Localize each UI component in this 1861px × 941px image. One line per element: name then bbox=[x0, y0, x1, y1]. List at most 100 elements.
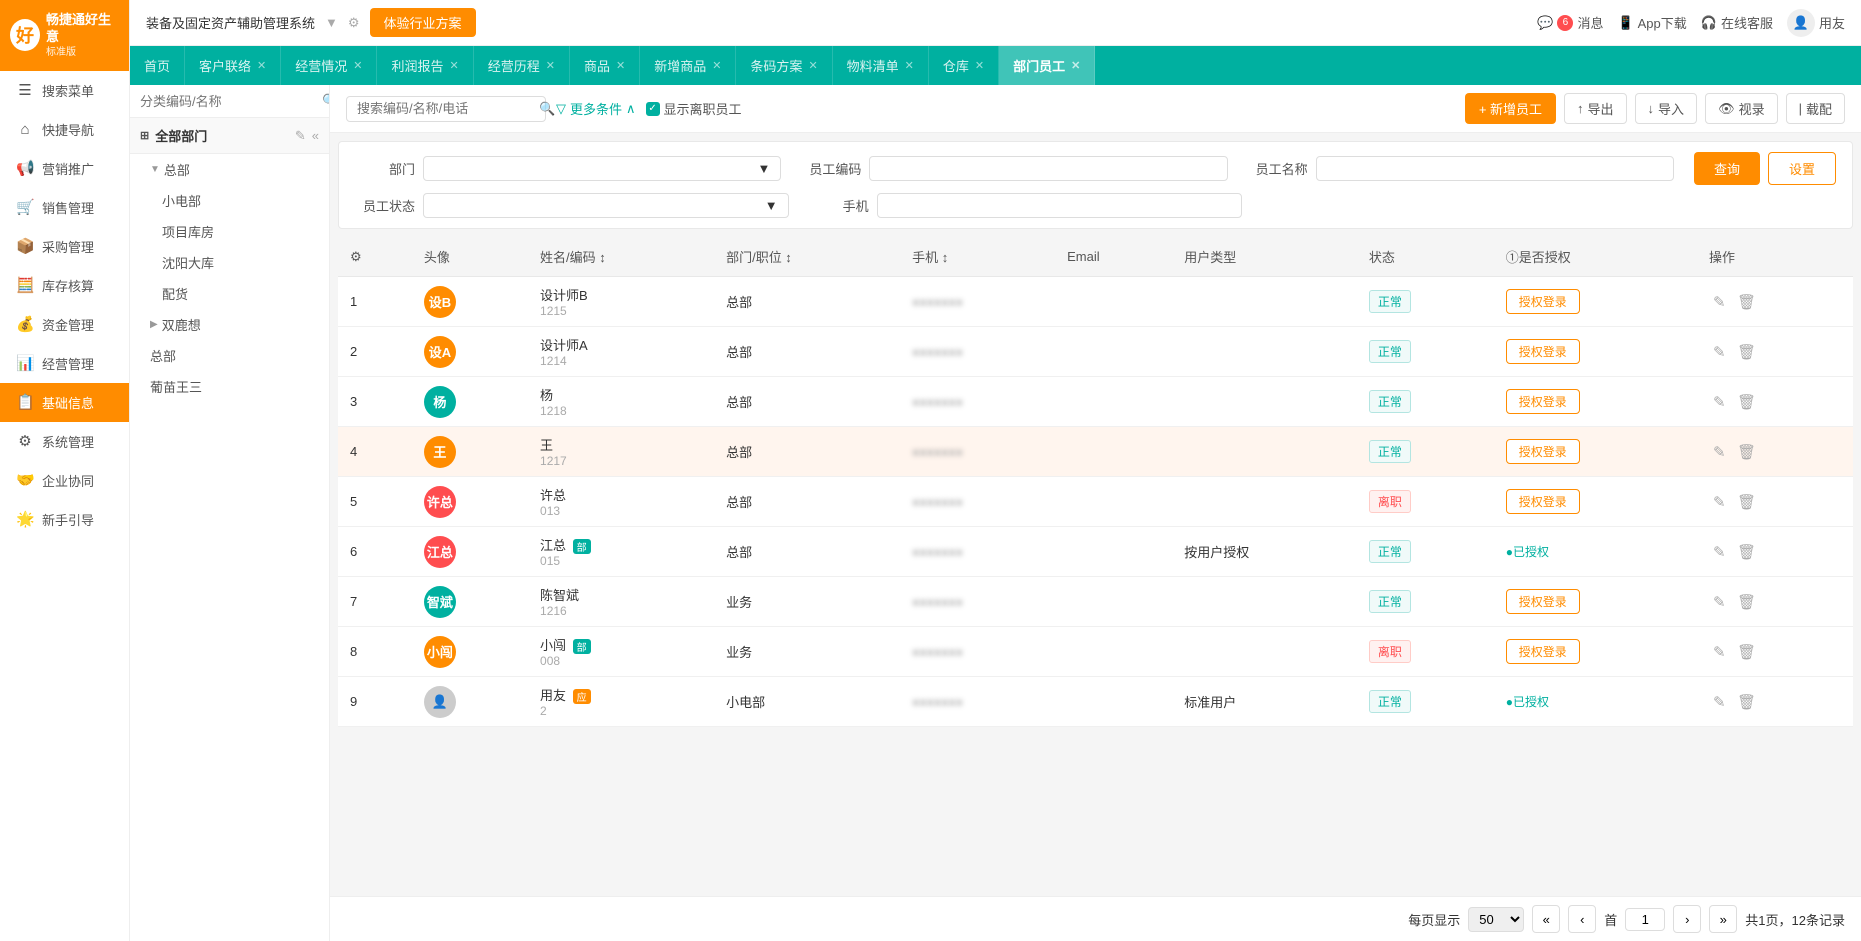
sidebar-item-inventory[interactable]: 🧮 库存核算 bbox=[0, 266, 129, 305]
tab-home[interactable]: 首页 bbox=[130, 46, 185, 85]
more-conditions-button[interactable]: ▽ 更多条件 ∧ bbox=[556, 99, 636, 118]
auth-button[interactable]: 授权登录 bbox=[1506, 339, 1580, 364]
sidebar-item-basic[interactable]: 📋 基础信息 bbox=[0, 383, 129, 422]
app-download-button[interactable]: 📱 App下载 bbox=[1617, 13, 1686, 32]
auth-button[interactable]: 授权登录 bbox=[1506, 439, 1580, 464]
sidebar-item-sales[interactable]: 🛒 销售管理 bbox=[0, 188, 129, 227]
settings-icon[interactable]: ⚙ bbox=[348, 15, 360, 31]
edit-button[interactable]: ✎ bbox=[1709, 391, 1730, 413]
tab-profit[interactable]: 利润报告 ✕ bbox=[377, 46, 473, 85]
tab-bom[interactable]: 物料清单 ✕ bbox=[833, 46, 929, 85]
delete-button[interactable]: 🗑 bbox=[1733, 691, 1760, 713]
tree-node-shuangluo[interactable]: ▶双鹿想 bbox=[130, 309, 329, 340]
search-input[interactable] bbox=[357, 101, 533, 116]
more-button[interactable]: | 载配 bbox=[1786, 93, 1845, 124]
col-settings[interactable]: ⚙ bbox=[338, 237, 412, 277]
sidebar-item-corp[interactable]: 🤝 企业协同 bbox=[0, 461, 129, 500]
edit-button[interactable]: ✎ bbox=[1709, 291, 1730, 313]
phone-input[interactable] bbox=[877, 193, 1243, 218]
delete-button[interactable]: 🗑 bbox=[1733, 391, 1760, 413]
user-avatar[interactable]: 👤 用友 bbox=[1787, 9, 1845, 37]
sidebar-item-guide[interactable]: 🌟 新手引导 bbox=[0, 500, 129, 539]
delete-button[interactable]: 🗑 bbox=[1733, 641, 1760, 663]
auth-button[interactable]: 授权登录 bbox=[1506, 489, 1580, 514]
tree-node-general[interactable]: ▼总部 bbox=[130, 154, 329, 185]
edit-button[interactable]: ✎ bbox=[1709, 641, 1730, 663]
tab-dept-staff-close[interactable]: ✕ bbox=[1071, 59, 1080, 72]
emp-name-input[interactable] bbox=[1316, 156, 1674, 181]
delete-button[interactable]: 🗑 bbox=[1733, 341, 1760, 363]
delete-button[interactable]: 🗑 bbox=[1733, 291, 1760, 313]
tree-node-xiaodian[interactable]: 小电部 bbox=[130, 185, 329, 216]
view-button[interactable]: 👁 视录 bbox=[1705, 93, 1778, 124]
all-dept-label[interactable]: 全部部门 bbox=[155, 126, 207, 145]
tab-goods-close[interactable]: ✕ bbox=[616, 59, 625, 72]
tab-customer[interactable]: 客户联络 ✕ bbox=[185, 46, 281, 85]
message-button[interactable]: 💬 6 消息 bbox=[1537, 13, 1603, 32]
col-name[interactable]: 姓名/编码 ↕ bbox=[528, 237, 714, 277]
tab-add-goods[interactable]: 新增商品 ✕ bbox=[640, 46, 736, 85]
sidebar-item-search[interactable]: ☰ 搜索菜单 bbox=[0, 71, 129, 110]
service-button[interactable]: 🎧 在线客服 bbox=[1701, 13, 1773, 32]
tab-barcode[interactable]: 条码方案 ✕ bbox=[736, 46, 832, 85]
search-button[interactable]: 查询 bbox=[1694, 152, 1760, 185]
delete-button[interactable]: 🗑 bbox=[1733, 541, 1760, 563]
col-phone[interactable]: 手机 ↕ bbox=[900, 237, 1055, 277]
tab-process[interactable]: 经营历程 ✕ bbox=[474, 46, 570, 85]
tab-profit-close[interactable]: ✕ bbox=[450, 59, 459, 72]
tab-operation-status-close[interactable]: ✕ bbox=[353, 59, 362, 72]
col-dept[interactable]: 部门/职位 ↕ bbox=[714, 237, 900, 277]
sidebar-item-purchase[interactable]: 📦 采购管理 bbox=[0, 227, 129, 266]
tab-customer-close[interactable]: ✕ bbox=[257, 59, 266, 72]
tab-dept-staff[interactable]: 部门员工 ✕ bbox=[999, 46, 1095, 85]
delete-button[interactable]: 🗑 bbox=[1733, 491, 1760, 513]
dept-select[interactable]: ▼ bbox=[423, 156, 781, 181]
delete-button[interactable]: 🗑 bbox=[1733, 591, 1760, 613]
emp-code-input[interactable] bbox=[869, 156, 1227, 181]
try-button[interactable]: 体验行业方案 bbox=[370, 8, 476, 37]
tree-node-pumiaoer[interactable]: 葡苗王三 bbox=[130, 371, 329, 402]
tab-add-goods-close[interactable]: ✕ bbox=[712, 59, 721, 72]
emp-status-select[interactable]: ▼ bbox=[423, 193, 789, 218]
import-button[interactable]: ↓ 导入 bbox=[1635, 93, 1698, 124]
edit-button[interactable]: ✎ bbox=[1709, 591, 1730, 613]
delete-button[interactable]: 🗑 bbox=[1733, 441, 1760, 463]
tree-search-input[interactable] bbox=[140, 94, 316, 109]
tree-edit-icon[interactable]: ✎ bbox=[295, 128, 306, 144]
edit-button[interactable]: ✎ bbox=[1709, 691, 1730, 713]
sidebar-item-shortcut[interactable]: ⌂ 快捷导航 bbox=[0, 110, 129, 149]
search-btn-icon[interactable]: 🔍 bbox=[539, 101, 555, 117]
prev-page-button[interactable]: ‹ bbox=[1568, 905, 1596, 933]
auth-button[interactable]: 授权登录 bbox=[1506, 589, 1580, 614]
auth-button[interactable]: 授权登录 bbox=[1506, 639, 1580, 664]
edit-button[interactable]: ✎ bbox=[1709, 441, 1730, 463]
edit-button[interactable]: ✎ bbox=[1709, 541, 1730, 563]
tab-bom-close[interactable]: ✕ bbox=[905, 59, 914, 72]
per-page-select[interactable]: 50 100 bbox=[1468, 907, 1524, 932]
reset-button[interactable]: 设置 bbox=[1768, 152, 1836, 185]
first-page-button[interactable]: « bbox=[1532, 905, 1560, 933]
sidebar-item-marketing[interactable]: 📢 营销推广 bbox=[0, 149, 129, 188]
tab-warehouse-close[interactable]: ✕ bbox=[975, 59, 984, 72]
sidebar-item-system[interactable]: ⚙ 系统管理 bbox=[0, 422, 129, 461]
tree-node-zongbu[interactable]: 总部 bbox=[130, 340, 329, 371]
export-button[interactable]: ↑ 导出 bbox=[1564, 93, 1627, 124]
tree-node-proj[interactable]: 项目库房 bbox=[130, 216, 329, 247]
tab-operation-status[interactable]: 经营情况 ✕ bbox=[281, 46, 377, 85]
auth-button[interactable]: 授权登录 bbox=[1506, 289, 1580, 314]
edit-button[interactable]: ✎ bbox=[1709, 491, 1730, 513]
current-page-input[interactable] bbox=[1625, 908, 1665, 931]
last-page-button[interactable]: » bbox=[1709, 905, 1737, 933]
tab-goods[interactable]: 商品 ✕ bbox=[570, 46, 640, 85]
tree-node-peihuo[interactable]: 配货 bbox=[130, 278, 329, 309]
add-employee-button[interactable]: + 新增员工 bbox=[1465, 93, 1556, 124]
tree-node-shenyang[interactable]: 沈阳大库 bbox=[130, 247, 329, 278]
edit-button[interactable]: ✎ bbox=[1709, 341, 1730, 363]
sidebar-item-operation[interactable]: 📊 经营管理 bbox=[0, 344, 129, 383]
next-page-button[interactable]: › bbox=[1673, 905, 1701, 933]
show-resigned-checkbox[interactable]: ✓ 显示离职员工 bbox=[646, 99, 742, 118]
sidebar-item-finance[interactable]: 💰 资金管理 bbox=[0, 305, 129, 344]
tab-process-close[interactable]: ✕ bbox=[546, 59, 555, 72]
auth-button[interactable]: 授权登录 bbox=[1506, 389, 1580, 414]
tab-warehouse[interactable]: 仓库 ✕ bbox=[929, 46, 999, 85]
